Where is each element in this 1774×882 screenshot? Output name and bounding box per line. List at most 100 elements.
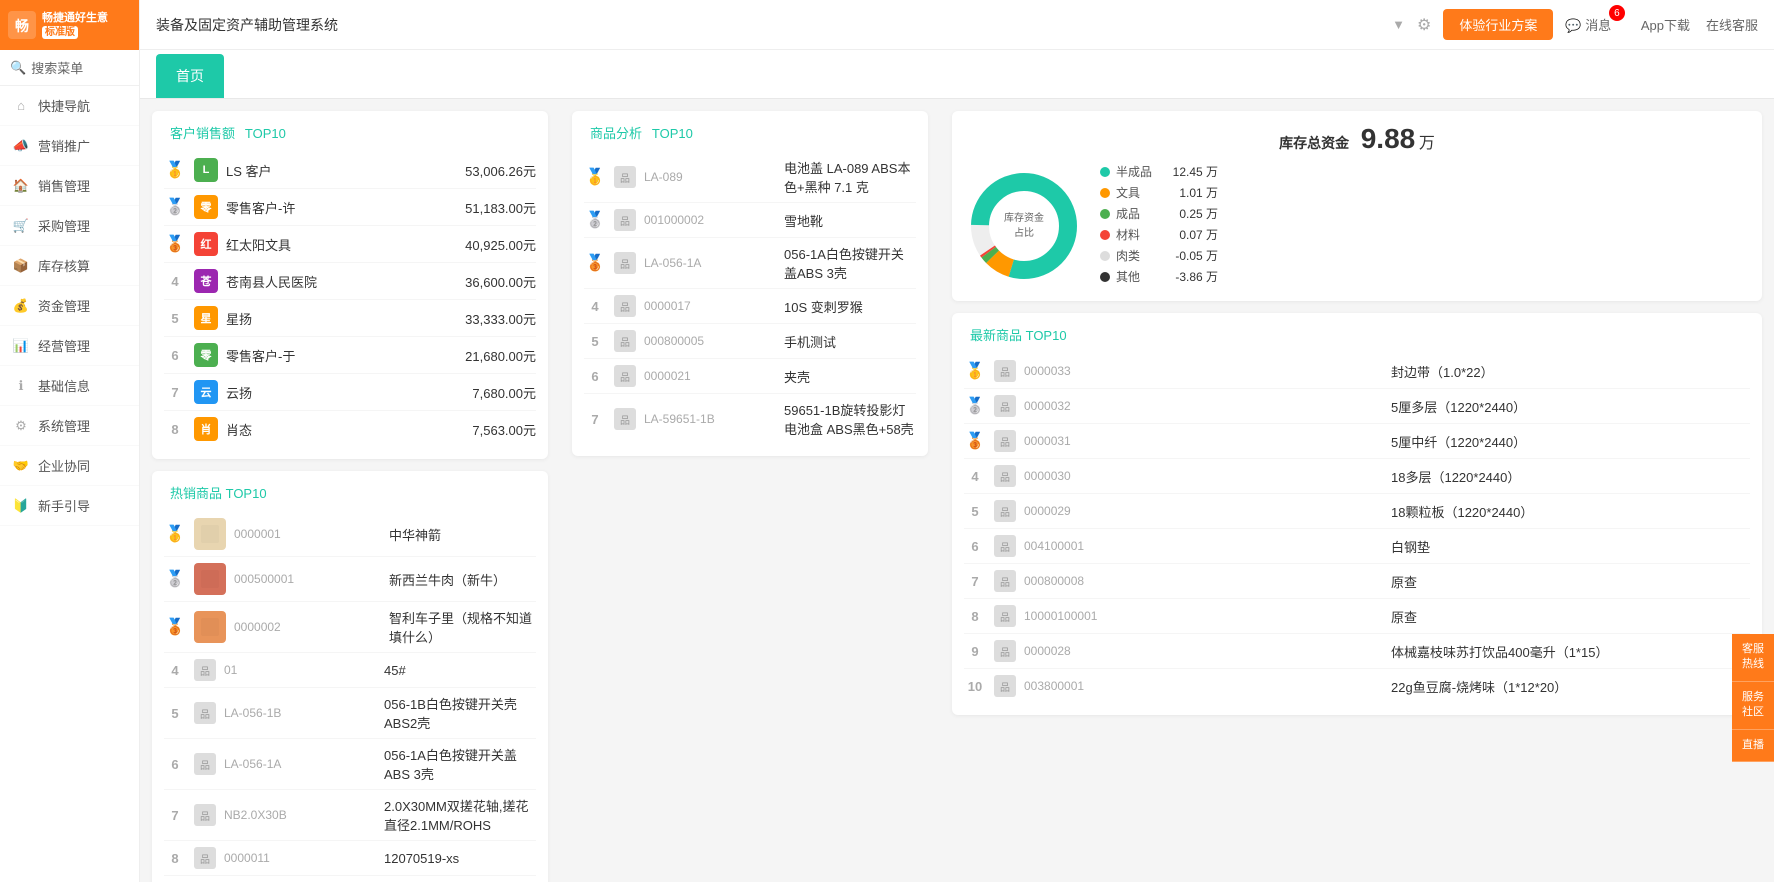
product-thumbnail (194, 518, 226, 550)
sidebar-label-info: 基础信息 (38, 376, 90, 395)
new-product-item: 9 品 0000028 体械嘉枝味苏打饮品400毫升（1*15） (964, 634, 1750, 669)
product-code: 000800005 (644, 334, 776, 348)
product-placeholder: 品 (194, 659, 216, 681)
sidebar-item-finance[interactable]: 💰 资金管理 (0, 286, 139, 326)
product-code: 000800008 (1024, 574, 1383, 588)
customer-rank-item: 7 云 云扬 7,680.00元 (164, 374, 536, 411)
rank-number: 5 (584, 334, 606, 349)
rank-number: 10 (964, 679, 986, 694)
legend-color (1100, 167, 1110, 177)
product-placeholder: 品 (194, 702, 216, 724)
search-menu[interactable]: 🔍 搜索菜单 (0, 50, 139, 86)
customer-name: 零售客户-于 (226, 346, 457, 365)
new-product-item: 🥉 品 0000031 5厘中纤（1220*2440） (964, 424, 1750, 459)
analysis-product-item: 5 品 000800005 手机测试 (584, 324, 916, 359)
product-code: 10000100001 (1024, 609, 1383, 623)
legend-value: -0.05 万 (1158, 247, 1218, 264)
sidebar-label-guide: 新手引导 (38, 496, 90, 515)
sidebar-item-operations[interactable]: 📊 经营管理 (0, 326, 139, 366)
product-name: 手机测试 (784, 332, 916, 351)
product-name: 电池盖 LA-089 ABS本色+黑种 7.1 克 (784, 158, 916, 196)
sidebar-item-guide[interactable]: 🔰 新手引导 (0, 486, 139, 526)
system-title: 装备及固定资产辅助管理系统 (156, 15, 1380, 35)
new-product-item: 6 品 004100001 白钢垫 (964, 529, 1750, 564)
message-label: 消息 (1585, 18, 1611, 33)
product-placeholder: 品 (614, 295, 636, 317)
product-code: LA-056-1A (644, 256, 776, 270)
customer-rank-item: 8 肖 肖态 7,563.00元 (164, 411, 536, 447)
legend-value: 12.45 万 (1158, 163, 1218, 180)
float-btn-live[interactable]: 直播 (1732, 730, 1774, 762)
new-products-card: 最新商品 TOP10 🥇 品 0000033 封边带（1.0*22） 🥈 品 0… (952, 313, 1762, 715)
customer-value: 21,680.00元 (465, 346, 536, 365)
product-name: 59651-1B旋转投影灯电池盒 ABS黑色+58壳 (784, 400, 916, 438)
product-code: 0000029 (1024, 504, 1383, 518)
sidebar-item-purchase[interactable]: 🛒 采购管理 (0, 206, 139, 246)
app-download-btn[interactable]: App下载 (1641, 15, 1690, 34)
sidebar-item-sales[interactable]: 🏠 销售管理 (0, 166, 139, 206)
product-placeholder: 品 (994, 535, 1016, 557)
hot-product-item: 8 品 0000011 12070519-xs (164, 841, 536, 876)
product-code: LA-089 (644, 170, 776, 184)
online-service-btn[interactable]: 在线客服 (1706, 15, 1758, 34)
dropdown-arrow[interactable]: ▼ (1392, 17, 1405, 32)
rank-number: 🥈 (164, 197, 186, 217)
rank-number: 4 (164, 663, 186, 678)
rank-number: 6 (164, 757, 186, 772)
rank-number: 6 (964, 539, 986, 554)
sidebar-item-collab[interactable]: 🤝 企业协同 (0, 446, 139, 486)
legend-value: 0.25 万 (1158, 205, 1218, 222)
legend-label: 肉类 (1116, 247, 1152, 264)
customer-avatar: 零 (194, 195, 218, 219)
product-placeholder: 品 (194, 753, 216, 775)
sidebar-item-info[interactable]: ℹ 基础信息 (0, 366, 139, 406)
analysis-product-item: 🥉 品 LA-056-1A 056-1A白色按键开关盖ABS 3壳 (584, 238, 916, 289)
product-placeholder: 品 (194, 804, 216, 826)
float-btn-community[interactable]: 服务 社区 (1732, 682, 1774, 730)
customer-rank-item: 6 零 零售客户-于 21,680.00元 (164, 337, 536, 374)
hot-product-item: 6 品 LA-056-1A 056-1A白色按键开关盖ABS 3壳 (164, 739, 536, 790)
sidebar-item-system[interactable]: ⚙ 系统管理 (0, 406, 139, 446)
collab-icon: 🤝 (12, 457, 30, 475)
customer-top10-title: 客户销售额 TOP10 (164, 123, 536, 142)
topbar: 装备及固定资产辅助管理系统 ▼ ⚙ 体验行业方案 💬 消息 6 App下载 在线… (140, 0, 1774, 50)
tab-home[interactable]: 首页 (156, 54, 224, 98)
stock-total: 库存总资金 9.88 万 (964, 123, 1750, 155)
hot-product-item: 🥈 000500001 新西兰牛肉（新牛） (164, 557, 536, 602)
product-name: 22g鱼豆腐-烧烤味（1*12*20） (1391, 677, 1750, 696)
sidebar-label-inventory: 库存核算 (38, 256, 90, 275)
sidebar-label-quicknav: 快捷导航 (38, 96, 90, 115)
rank-number: 5 (164, 311, 186, 326)
product-analysis-list: 🥇 品 LA-089 电池盖 LA-089 ABS本色+黑种 7.1 克 🥈 品… (584, 152, 916, 444)
product-name: 18颗粒板（1220*2440） (1391, 502, 1750, 521)
main-area: 装备及固定资产辅助管理系统 ▼ ⚙ 体验行业方案 💬 消息 6 App下载 在线… (140, 0, 1774, 882)
float-btn-service[interactable]: 客服 热线 (1732, 634, 1774, 682)
legend-label: 文具 (1116, 184, 1152, 201)
settings-icon[interactable]: ⚙ (1417, 15, 1431, 35)
product-code: 0000028 (1024, 644, 1383, 658)
product-placeholder: 品 (614, 166, 636, 188)
message-icon[interactable]: 💬 消息 6 (1565, 15, 1624, 34)
sidebar-item-quicknav[interactable]: ⌂ 快捷导航 (0, 86, 139, 126)
customer-name: 肖态 (226, 420, 464, 439)
customer-avatar: 星 (194, 306, 218, 330)
product-placeholder: 品 (614, 209, 636, 231)
product-code: 0000002 (234, 620, 381, 634)
product-placeholder: 品 (614, 408, 636, 430)
product-placeholder: 品 (994, 605, 1016, 627)
rank-number: 4 (584, 299, 606, 314)
rank-number: 7 (964, 574, 986, 589)
sidebar: 畅 畅捷通好生意 标准版 🔍 搜索菜单 ⌂ 快捷导航 📣 营销推广 🏠 销售管理… (0, 0, 140, 882)
sidebar-item-marketing[interactable]: 📣 营销推广 (0, 126, 139, 166)
customer-avatar: L (194, 158, 218, 182)
product-placeholder: 品 (994, 500, 1016, 522)
product-name: 056-1B白色按键开关壳ABS2壳 (384, 694, 536, 732)
customer-value: 7,563.00元 (472, 420, 536, 439)
marketing-icon: 📣 (12, 137, 30, 155)
sidebar-item-inventory[interactable]: 📦 库存核算 (0, 246, 139, 286)
customer-avatar: 红 (194, 232, 218, 256)
product-code: 0000030 (1024, 469, 1383, 483)
rank-number: 4 (964, 469, 986, 484)
trial-button[interactable]: 体验行业方案 (1443, 9, 1553, 40)
legend-color (1100, 188, 1110, 198)
